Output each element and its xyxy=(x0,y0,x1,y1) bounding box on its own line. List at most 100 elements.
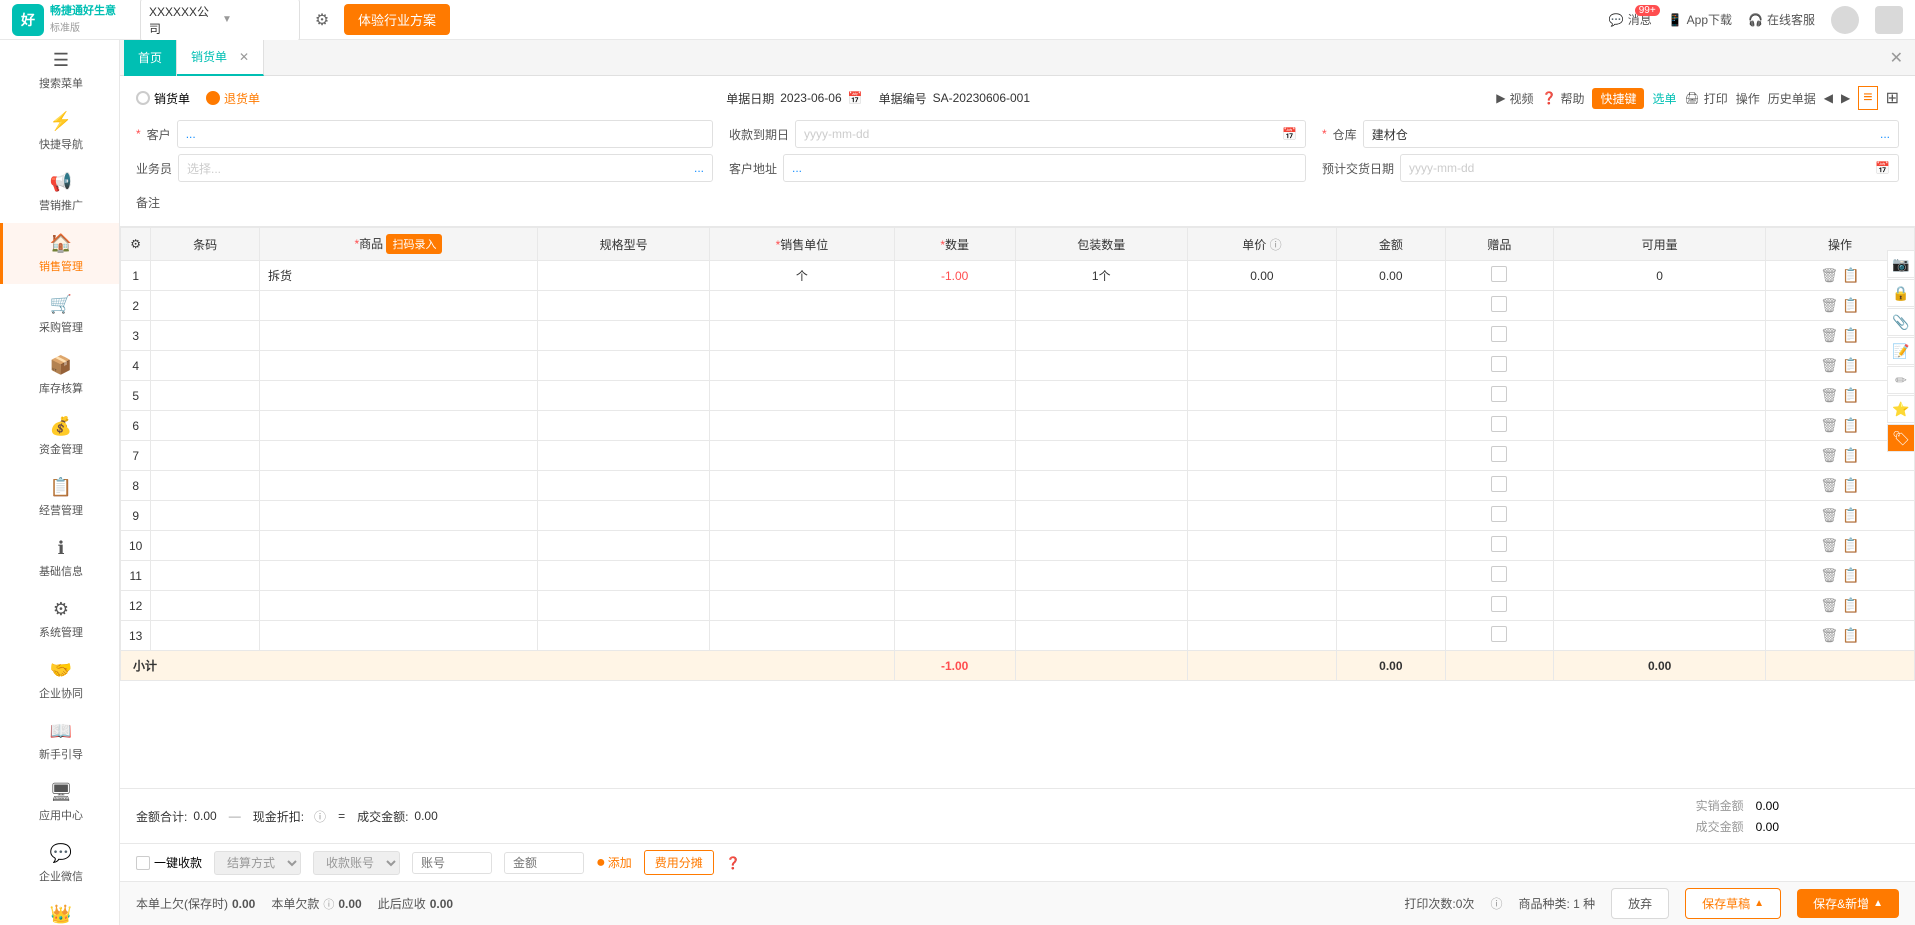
cell-spec[interactable] xyxy=(538,411,710,441)
float-note[interactable]: 📝 xyxy=(1887,337,1915,365)
cell-qty[interactable] xyxy=(894,321,1015,351)
gift-checkbox[interactable] xyxy=(1491,326,1507,342)
cell-amount[interactable] xyxy=(1337,381,1446,411)
copy-icon[interactable]: 📋 xyxy=(1842,417,1859,434)
delete-icon[interactable]: 🗑 xyxy=(1820,507,1838,524)
history-btn[interactable]: 历史单据 xyxy=(1768,90,1816,107)
cell-unit-price[interactable] xyxy=(1187,351,1336,381)
cell-qty[interactable] xyxy=(894,561,1015,591)
sidebar-item-purchase[interactable]: 🛒 采购管理 xyxy=(0,284,119,345)
info-icon[interactable]: ⓘ xyxy=(1270,238,1282,252)
delete-icon[interactable]: 🗑 xyxy=(1820,327,1838,344)
note-input[interactable] xyxy=(166,188,1899,216)
account-input[interactable] xyxy=(412,852,492,874)
gift-checkbox[interactable] xyxy=(1491,386,1507,402)
cell-amount[interactable]: 0.00 xyxy=(1337,261,1446,291)
gift-checkbox[interactable] xyxy=(1491,476,1507,492)
cell-spec[interactable] xyxy=(538,381,710,411)
customer-dots[interactable]: ... xyxy=(186,127,196,141)
th-settings[interactable]: ⚙ xyxy=(121,228,151,261)
delete-icon[interactable]: 🗑 xyxy=(1820,627,1838,644)
sidebar-item-inventory[interactable]: 📦 库存核算 xyxy=(0,345,119,406)
gift-checkbox[interactable] xyxy=(1491,596,1507,612)
app-download-button[interactable]: 📱 App下载 xyxy=(1668,11,1732,28)
cell-spec[interactable] xyxy=(538,291,710,321)
cell-amount[interactable] xyxy=(1337,501,1446,531)
expense-help-icon[interactable]: ❓ xyxy=(726,856,741,870)
cell-pack-qty[interactable] xyxy=(1015,561,1187,591)
cell-spec[interactable] xyxy=(538,471,710,501)
radio-sales[interactable]: 销货单 xyxy=(136,90,190,107)
cell-amount[interactable] xyxy=(1337,291,1446,321)
float-attach[interactable]: 📎 xyxy=(1887,308,1915,336)
cell-gift[interactable] xyxy=(1445,321,1554,351)
float-edit[interactable]: ✏ xyxy=(1887,366,1915,394)
gift-checkbox[interactable] xyxy=(1491,296,1507,312)
cell-amount[interactable] xyxy=(1337,411,1446,441)
cell-unit[interactable] xyxy=(710,291,895,321)
cell-qty[interactable] xyxy=(894,381,1015,411)
cell-product[interactable] xyxy=(259,591,537,621)
expected-cal-icon[interactable]: 📅 xyxy=(1875,161,1890,175)
sidebar-item-search[interactable]: ☰ 搜索菜单 xyxy=(0,40,119,101)
cell-barcode[interactable] xyxy=(151,321,260,351)
gift-checkbox[interactable] xyxy=(1491,566,1507,582)
balance-info-icon[interactable]: ⓘ xyxy=(323,896,334,912)
tab-close-all[interactable]: ✕ xyxy=(1890,48,1911,68)
grid-view-btn[interactable]: ⊞ xyxy=(1886,88,1899,108)
copy-icon[interactable]: 📋 xyxy=(1842,477,1859,494)
cell-barcode[interactable] xyxy=(151,621,260,651)
cell-amount[interactable] xyxy=(1337,321,1446,351)
cell-product[interactable] xyxy=(259,471,537,501)
video-btn[interactable]: ▶视频 xyxy=(1496,90,1533,107)
float-camera[interactable]: 📷 xyxy=(1887,250,1915,278)
cell-unit-price[interactable] xyxy=(1187,501,1336,531)
copy-icon[interactable]: 📋 xyxy=(1842,447,1859,464)
sidebar-item-operations[interactable]: 📋 经营管理 xyxy=(0,467,119,528)
cell-unit[interactable] xyxy=(710,351,895,381)
cell-gift[interactable] xyxy=(1445,381,1554,411)
radio-return[interactable]: 退货单 xyxy=(206,90,260,107)
cell-pack-qty[interactable] xyxy=(1015,351,1187,381)
cell-amount[interactable] xyxy=(1337,531,1446,561)
gift-checkbox[interactable] xyxy=(1491,416,1507,432)
cell-unit-price[interactable] xyxy=(1187,441,1336,471)
cell-pack-qty[interactable] xyxy=(1015,321,1187,351)
float-tag[interactable]: 🏷 xyxy=(1887,424,1915,452)
cell-gift[interactable] xyxy=(1445,291,1554,321)
gift-checkbox[interactable] xyxy=(1491,626,1507,642)
cell-unit-price[interactable]: 0.00 xyxy=(1187,261,1336,291)
cell-spec[interactable] xyxy=(538,561,710,591)
cell-spec[interactable] xyxy=(538,621,710,651)
cell-gift[interactable] xyxy=(1445,441,1554,471)
cell-barcode[interactable] xyxy=(151,411,260,441)
delete-icon[interactable]: 🗑 xyxy=(1820,357,1838,374)
print-btn[interactable]: 🖨打印 xyxy=(1684,90,1727,107)
cell-barcode[interactable] xyxy=(151,261,260,291)
cell-unit[interactable] xyxy=(710,591,895,621)
cell-qty[interactable] xyxy=(894,411,1015,441)
operation-btn[interactable]: 操作 xyxy=(1736,90,1760,107)
cell-unit[interactable] xyxy=(710,321,895,351)
copy-icon[interactable]: 📋 xyxy=(1842,597,1859,614)
cell-spec[interactable] xyxy=(538,261,710,291)
warehouse-dots[interactable]: ... xyxy=(1880,127,1890,141)
cell-qty[interactable] xyxy=(894,621,1015,651)
calendar-icon[interactable]: 📅 xyxy=(848,91,863,105)
cell-product[interactable] xyxy=(259,531,537,561)
cell-gift[interactable] xyxy=(1445,471,1554,501)
sidebar-item-member[interactable]: 👑 畅会员 xyxy=(0,894,119,925)
delete-icon[interactable]: 🗑 xyxy=(1820,567,1838,584)
cell-unit[interactable] xyxy=(710,411,895,441)
delete-icon[interactable]: 🗑 xyxy=(1820,297,1838,314)
sidebar-item-marketing[interactable]: 📢 营销推广 xyxy=(0,162,119,223)
cell-barcode[interactable] xyxy=(151,591,260,621)
gift-checkbox[interactable] xyxy=(1491,356,1507,372)
cell-product[interactable] xyxy=(259,561,537,591)
cell-qty[interactable] xyxy=(894,291,1015,321)
cell-pack-qty[interactable] xyxy=(1015,621,1187,651)
salesperson-dots[interactable]: ... xyxy=(694,161,704,175)
cell-unit-price[interactable] xyxy=(1187,321,1336,351)
delete-icon[interactable]: 🗑 xyxy=(1820,597,1838,614)
cell-unit-price[interactable] xyxy=(1187,411,1336,441)
